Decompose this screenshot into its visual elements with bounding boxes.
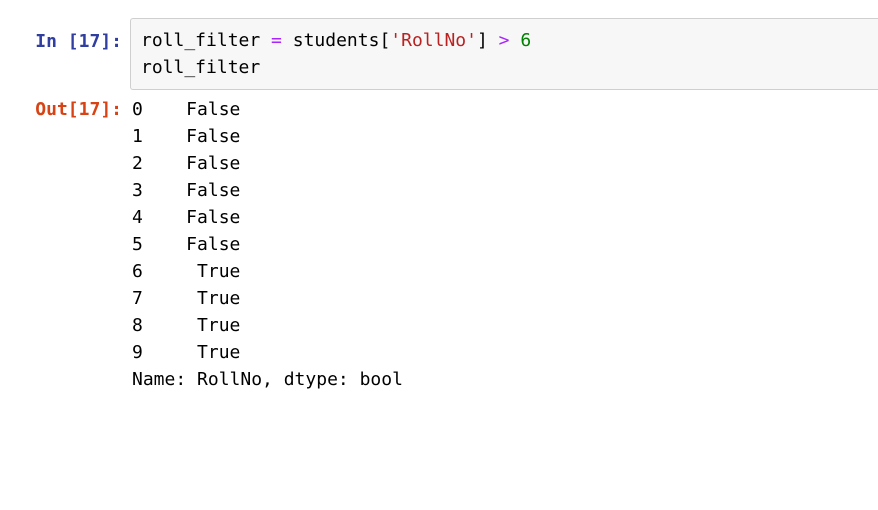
out-count: 17 — [79, 99, 101, 120]
code-token: students — [282, 30, 380, 51]
code-token-operator: = — [271, 30, 282, 51]
output-text: 0 False 1 False 2 False 3 False 4 False … — [130, 92, 878, 397]
code-token: ] — [477, 30, 499, 51]
in-prefix: In [ — [35, 31, 78, 52]
code-token: [ — [379, 30, 390, 51]
code-input[interactable]: roll_filter = students['RollNo'] > 6 rol… — [130, 18, 878, 90]
in-count: 17 — [79, 31, 101, 52]
out-suffix: ]: — [100, 99, 122, 120]
output-prompt: Out[17]: — [28, 92, 130, 397]
code-token-operator: > — [499, 30, 510, 51]
code-token — [510, 30, 521, 51]
output-cell: Out[17]: 0 False 1 False 2 False 3 False… — [28, 92, 878, 397]
code-token-number: 6 — [520, 30, 531, 51]
code-token: roll_filter — [141, 30, 271, 51]
code-line-2: roll_filter — [141, 57, 260, 78]
input-prompt: In [17]: — [28, 18, 130, 90]
code-token-string: 'RollNo' — [390, 30, 477, 51]
input-cell: In [17]: roll_filter = students['RollNo'… — [28, 18, 878, 90]
out-prefix: Out[ — [35, 99, 78, 120]
in-suffix: ]: — [100, 31, 122, 52]
